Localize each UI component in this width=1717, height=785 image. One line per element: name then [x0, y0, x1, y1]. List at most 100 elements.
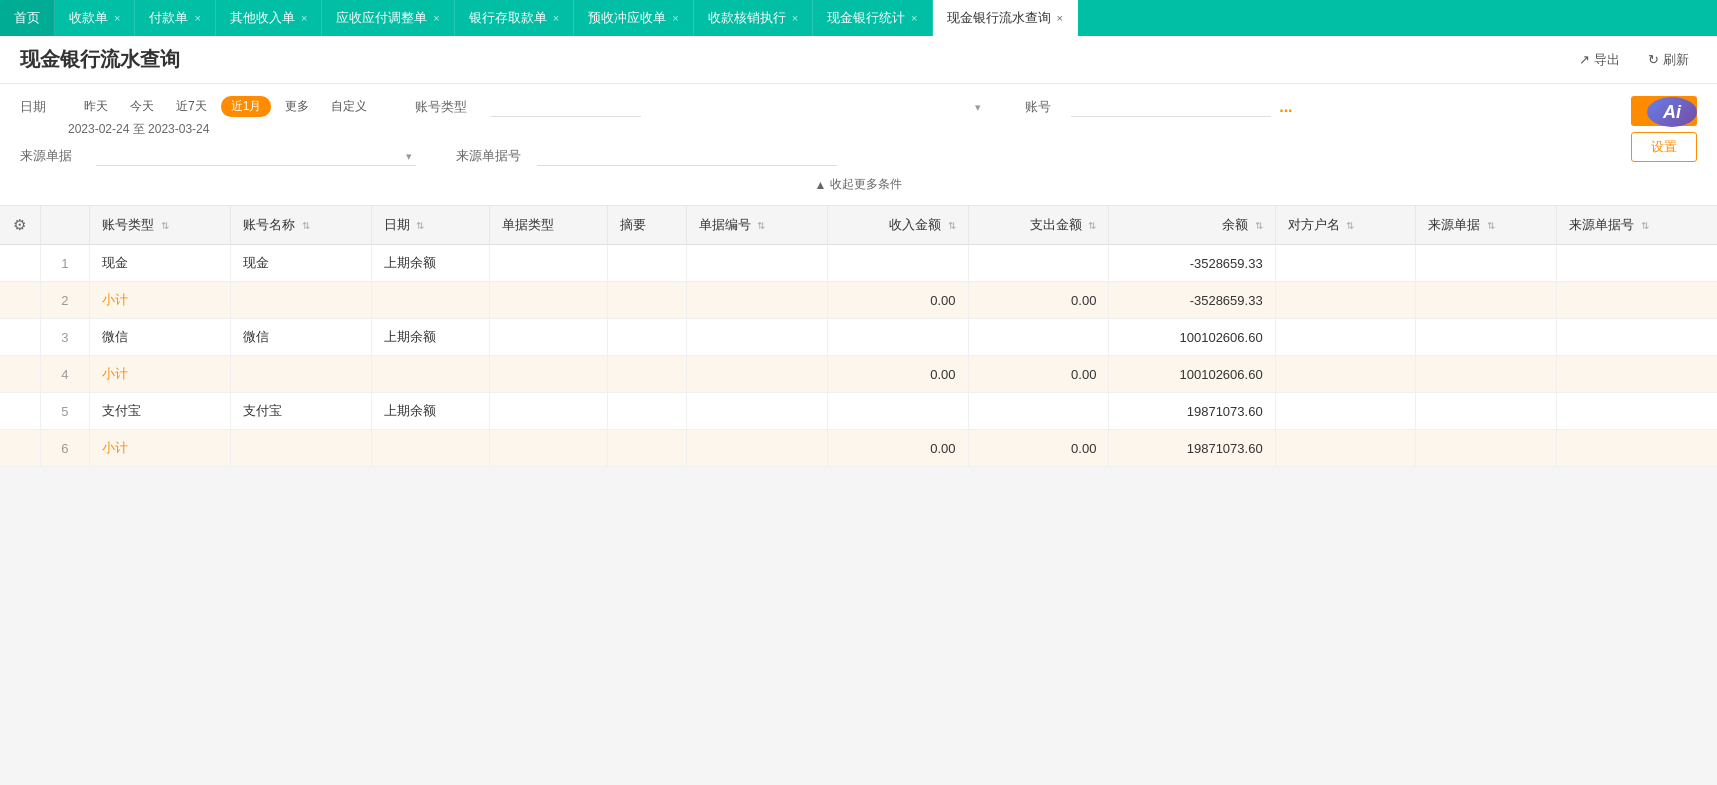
close-icon[interactable]: ×	[301, 12, 307, 24]
table-col-source-doc-no[interactable]: 来源单据号 ⇅	[1557, 206, 1717, 245]
table-col-balance[interactable]: 余额 ⇅	[1109, 206, 1275, 245]
nav-tab-label: 预收冲应收单	[588, 9, 666, 27]
close-icon[interactable]: ×	[433, 12, 439, 24]
sort-icon: ⇅	[948, 220, 956, 231]
row-account-type: 支付宝	[90, 393, 231, 430]
main-table: ⚙ 账号类型 ⇅ 账号名称 ⇅ 日期 ⇅ 单据类型	[0, 206, 1717, 467]
close-icon[interactable]: ×	[553, 12, 559, 24]
table-col-date[interactable]: 日期 ⇅	[371, 206, 489, 245]
table-col-expense[interactable]: 支出金额 ⇅	[968, 206, 1109, 245]
sort-icon: ⇅	[1255, 220, 1263, 231]
row-account-name: 微信	[230, 319, 371, 356]
sort-icon: ⇅	[1346, 220, 1354, 231]
close-icon[interactable]: ×	[792, 12, 798, 24]
row-doc-no	[686, 430, 827, 467]
row-index: 5	[40, 393, 90, 430]
sort-icon: ⇅	[416, 220, 424, 231]
nav-tab-shoukuanhexiao[interactable]: 收款核销执行 ×	[694, 0, 813, 36]
export-button[interactable]: ↗ 导出	[1571, 47, 1628, 73]
refresh-button[interactable]: ↻ 刷新	[1640, 47, 1697, 73]
nav-tab-shoukuandan[interactable]: 收款单 ×	[55, 0, 135, 36]
nav-home[interactable]: 首页	[0, 0, 55, 36]
row-counterparty	[1275, 245, 1416, 282]
date-btn-1month[interactable]: 近1月	[221, 96, 272, 117]
row-actions	[0, 356, 40, 393]
table-col-doc-type: 单据类型	[490, 206, 608, 245]
top-navigation: 首页 收款单 × 付款单 × 其他收入单 × 应收应付调整单 × 银行存取款单 …	[0, 0, 1717, 36]
row-account-type: 现金	[90, 245, 231, 282]
close-icon[interactable]: ×	[114, 12, 120, 24]
ai-button[interactable]: Ai	[1647, 97, 1697, 127]
row-expense: 0.00	[968, 356, 1109, 393]
gear-icon[interactable]: ⚙	[13, 216, 26, 233]
nav-tab-fukuandan[interactable]: 付款单 ×	[135, 0, 215, 36]
close-icon[interactable]: ×	[1057, 12, 1063, 24]
nav-tab-yingshouyingfu[interactable]: 应收应付调整单 ×	[322, 0, 454, 36]
filter-row-2: 来源单据 来源单据号	[20, 146, 1595, 166]
account-no-label: 账号	[1025, 98, 1055, 116]
row-balance: 19871073.60	[1109, 393, 1275, 430]
table-col-source-doc[interactable]: 来源单据 ⇅	[1416, 206, 1557, 245]
source-doc-no-input[interactable]	[537, 146, 837, 166]
table-col-income[interactable]: 收入金额 ⇅	[827, 206, 968, 245]
row-account-name: 支付宝	[230, 393, 371, 430]
row-summary	[608, 430, 686, 467]
account-no-input[interactable]	[1071, 97, 1271, 117]
account-type-select[interactable]: 现金 微信 支付宝	[491, 97, 641, 117]
nav-home-label: 首页	[14, 9, 40, 27]
nav-tab-label: 收款核销执行	[708, 9, 786, 27]
row-doc-no	[686, 282, 827, 319]
source-doc-select-wrapper	[96, 146, 416, 166]
account-type-label: 账号类型	[415, 98, 475, 116]
date-filter: 日期 昨天 今天 近7天 近1月 更多 自定义	[20, 96, 375, 117]
row-income: 0.00	[827, 430, 968, 467]
nav-tab-xianjinyinhang-query[interactable]: 现金银行流水查询 ×	[933, 0, 1078, 36]
table-col-counterparty[interactable]: 对方户名 ⇅	[1275, 206, 1416, 245]
row-counterparty	[1275, 356, 1416, 393]
table-col-account-name[interactable]: 账号名称 ⇅	[230, 206, 371, 245]
date-range-text: 2023-02-24 至 2023-03-24	[68, 122, 209, 136]
table-col-doc-no[interactable]: 单据编号 ⇅	[686, 206, 827, 245]
row-source-doc-no	[1557, 245, 1717, 282]
table-col-settings[interactable]: ⚙	[0, 206, 40, 245]
date-btn-today[interactable]: 今天	[122, 96, 162, 117]
row-summary	[608, 319, 686, 356]
account-no-dots-button[interactable]: ...	[1279, 98, 1292, 116]
row-doc-no	[686, 319, 827, 356]
source-doc-select[interactable]	[96, 146, 416, 166]
filter-area: 日期 昨天 今天 近7天 近1月 更多 自定义 账号类型	[0, 84, 1717, 206]
table-col-account-type[interactable]: 账号类型 ⇅	[90, 206, 231, 245]
row-account-name	[230, 430, 371, 467]
row-balance: 100102606.60	[1109, 356, 1275, 393]
close-icon[interactable]: ×	[911, 12, 917, 24]
row-income: 0.00	[827, 282, 968, 319]
account-type-select-wrapper: 现金 微信 支付宝	[491, 97, 985, 117]
date-btn-custom[interactable]: 自定义	[323, 96, 375, 117]
close-icon[interactable]: ×	[194, 12, 200, 24]
nav-tab-qitashouru[interactable]: 其他收入单 ×	[216, 0, 322, 36]
filter-row-1: 日期 昨天 今天 近7天 近1月 更多 自定义 账号类型	[20, 96, 1595, 117]
date-btn-7days[interactable]: 近7天	[168, 96, 215, 117]
collapse-button[interactable]: ▲ 收起更多条件	[815, 176, 903, 193]
date-label: 日期	[20, 98, 60, 116]
table-row: 3微信微信上期余额100102606.60	[0, 319, 1717, 356]
ai-label: Ai	[1663, 102, 1681, 123]
sort-icon: ⇅	[757, 220, 765, 231]
row-counterparty	[1275, 393, 1416, 430]
date-btn-more[interactable]: 更多	[277, 96, 317, 117]
sort-icon: ⇅	[1641, 220, 1649, 231]
date-btn-yesterday[interactable]: 昨天	[76, 96, 116, 117]
row-expense	[968, 245, 1109, 282]
close-icon[interactable]: ×	[672, 12, 678, 24]
row-summary	[608, 393, 686, 430]
table-row: 5支付宝支付宝上期余额19871073.60	[0, 393, 1717, 430]
settings-button[interactable]: 设置	[1631, 132, 1697, 162]
nav-tab-yinhangcunqu[interactable]: 银行存取款单 ×	[455, 0, 574, 36]
nav-tab-xianjinyinhang-stat[interactable]: 现金银行统计 ×	[813, 0, 932, 36]
date-range-buttons: 昨天 今天 近7天 近1月 更多 自定义	[76, 96, 375, 117]
nav-tab-label: 现金银行流水查询	[947, 9, 1051, 27]
table-body: 1现金现金上期余额-3528659.332小计0.000.00-3528659.…	[0, 245, 1717, 467]
account-no-filter: 账号 ...	[1025, 97, 1595, 117]
nav-tab-label: 付款单	[149, 9, 188, 27]
nav-tab-yushouyingshou[interactable]: 预收冲应收单 ×	[574, 0, 693, 36]
